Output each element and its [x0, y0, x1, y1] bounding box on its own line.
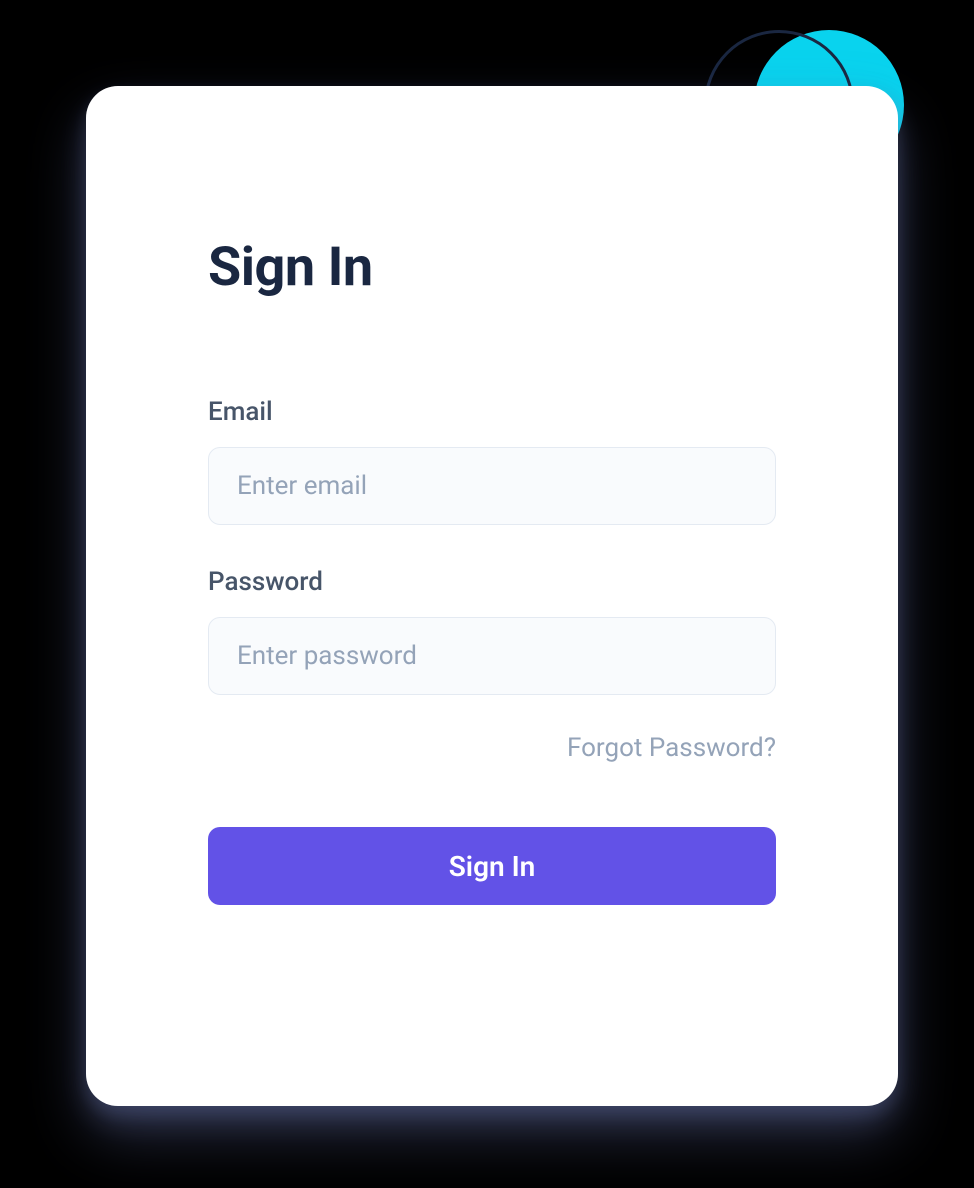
- email-input[interactable]: [208, 447, 776, 525]
- password-input[interactable]: [208, 617, 776, 695]
- password-label: Password: [208, 567, 776, 597]
- page-title: Sign In: [208, 236, 776, 299]
- forgot-password-link[interactable]: Forgot Password?: [208, 733, 776, 763]
- password-field-group: Password: [208, 567, 776, 695]
- email-label: Email: [208, 397, 776, 427]
- signin-card: Sign In Email Password Forgot Password? …: [86, 86, 898, 1106]
- email-field-group: Email: [208, 397, 776, 525]
- signin-button[interactable]: Sign In: [208, 827, 776, 905]
